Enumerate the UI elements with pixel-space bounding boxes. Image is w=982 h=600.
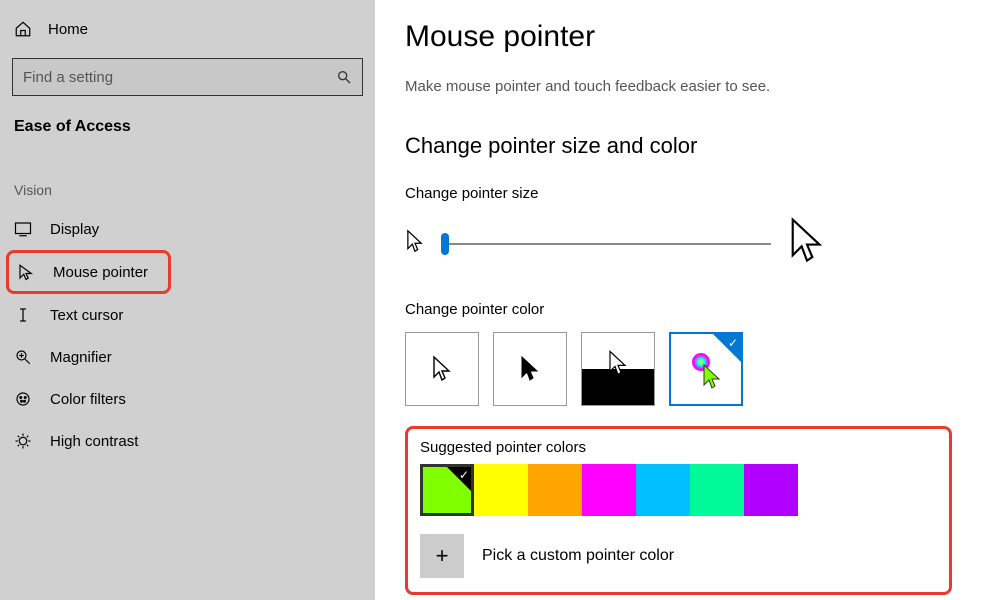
mouse-pointer-icon	[17, 263, 35, 281]
sidebar-item-high-contrast[interactable]: High contrast	[0, 420, 375, 462]
pointer-color-label: Change pointer color	[405, 301, 952, 318]
swatch-yellow[interactable]	[474, 464, 528, 516]
home-icon	[14, 20, 32, 38]
pick-custom-color-label: Pick a custom pointer color	[482, 547, 674, 565]
color-option-inverted[interactable]	[581, 332, 655, 406]
small-cursor-icon	[405, 229, 425, 259]
sidebar-item-mouse-pointer[interactable]: Mouse pointer	[6, 250, 171, 294]
sidebar-item-label: Color filters	[50, 391, 126, 408]
check-icon: ✓	[459, 468, 469, 482]
large-cursor-icon	[787, 216, 827, 271]
color-option-custom[interactable]: ✓	[669, 332, 743, 406]
sidebar-home[interactable]: Home	[0, 10, 375, 48]
swatch-purple[interactable]	[744, 464, 798, 516]
category-title: Ease of Access	[0, 114, 375, 148]
suggested-colors-section: Suggested pointer colors ✓ + Pick a cust…	[405, 426, 952, 595]
search-icon	[336, 69, 352, 85]
sidebar-item-magnifier[interactable]: Magnifier	[0, 336, 375, 378]
suggested-colors-label: Suggested pointer colors	[420, 439, 937, 456]
page-title: Mouse pointer	[405, 20, 952, 54]
slider-thumb[interactable]	[441, 233, 449, 255]
display-icon	[14, 220, 32, 238]
suggested-swatches: ✓	[420, 464, 937, 516]
swatch-cyan[interactable]	[636, 464, 690, 516]
sidebar-item-label: Magnifier	[50, 349, 112, 366]
sidebar-item-label: Display	[50, 221, 99, 238]
swatch-spring-green[interactable]	[690, 464, 744, 516]
color-option-black[interactable]	[493, 332, 567, 406]
search-input[interactable]	[23, 69, 336, 86]
high-contrast-icon	[14, 432, 32, 450]
sidebar-item-color-filters[interactable]: Color filters	[0, 378, 375, 420]
section-heading: Change pointer size and color	[405, 133, 952, 159]
page-description: Make mouse pointer and touch feedback ea…	[405, 78, 952, 95]
pick-custom-color-button[interactable]: + Pick a custom pointer color	[420, 534, 937, 578]
sidebar-item-text-cursor[interactable]: Text cursor	[0, 294, 375, 336]
check-icon: ✓	[728, 336, 738, 350]
section-label: Vision	[0, 148, 375, 208]
sidebar-item-label: Text cursor	[50, 307, 123, 324]
magnifier-icon	[14, 348, 32, 366]
sidebar-item-display[interactable]: Display	[0, 208, 375, 250]
color-filters-icon	[14, 390, 32, 408]
color-option-white[interactable]	[405, 332, 479, 406]
pointer-size-slider[interactable]	[441, 243, 771, 245]
swatch-lime[interactable]: ✓	[420, 464, 474, 516]
plus-icon: +	[420, 534, 464, 578]
sidebar-item-label: Mouse pointer	[53, 264, 148, 281]
sidebar-home-label: Home	[48, 21, 88, 38]
pointer-size-label: Change pointer size	[405, 185, 952, 202]
swatch-orange[interactable]	[528, 464, 582, 516]
sidebar-item-label: High contrast	[50, 433, 138, 450]
text-cursor-icon	[14, 306, 32, 324]
search-box[interactable]	[12, 58, 363, 96]
swatch-magenta[interactable]	[582, 464, 636, 516]
